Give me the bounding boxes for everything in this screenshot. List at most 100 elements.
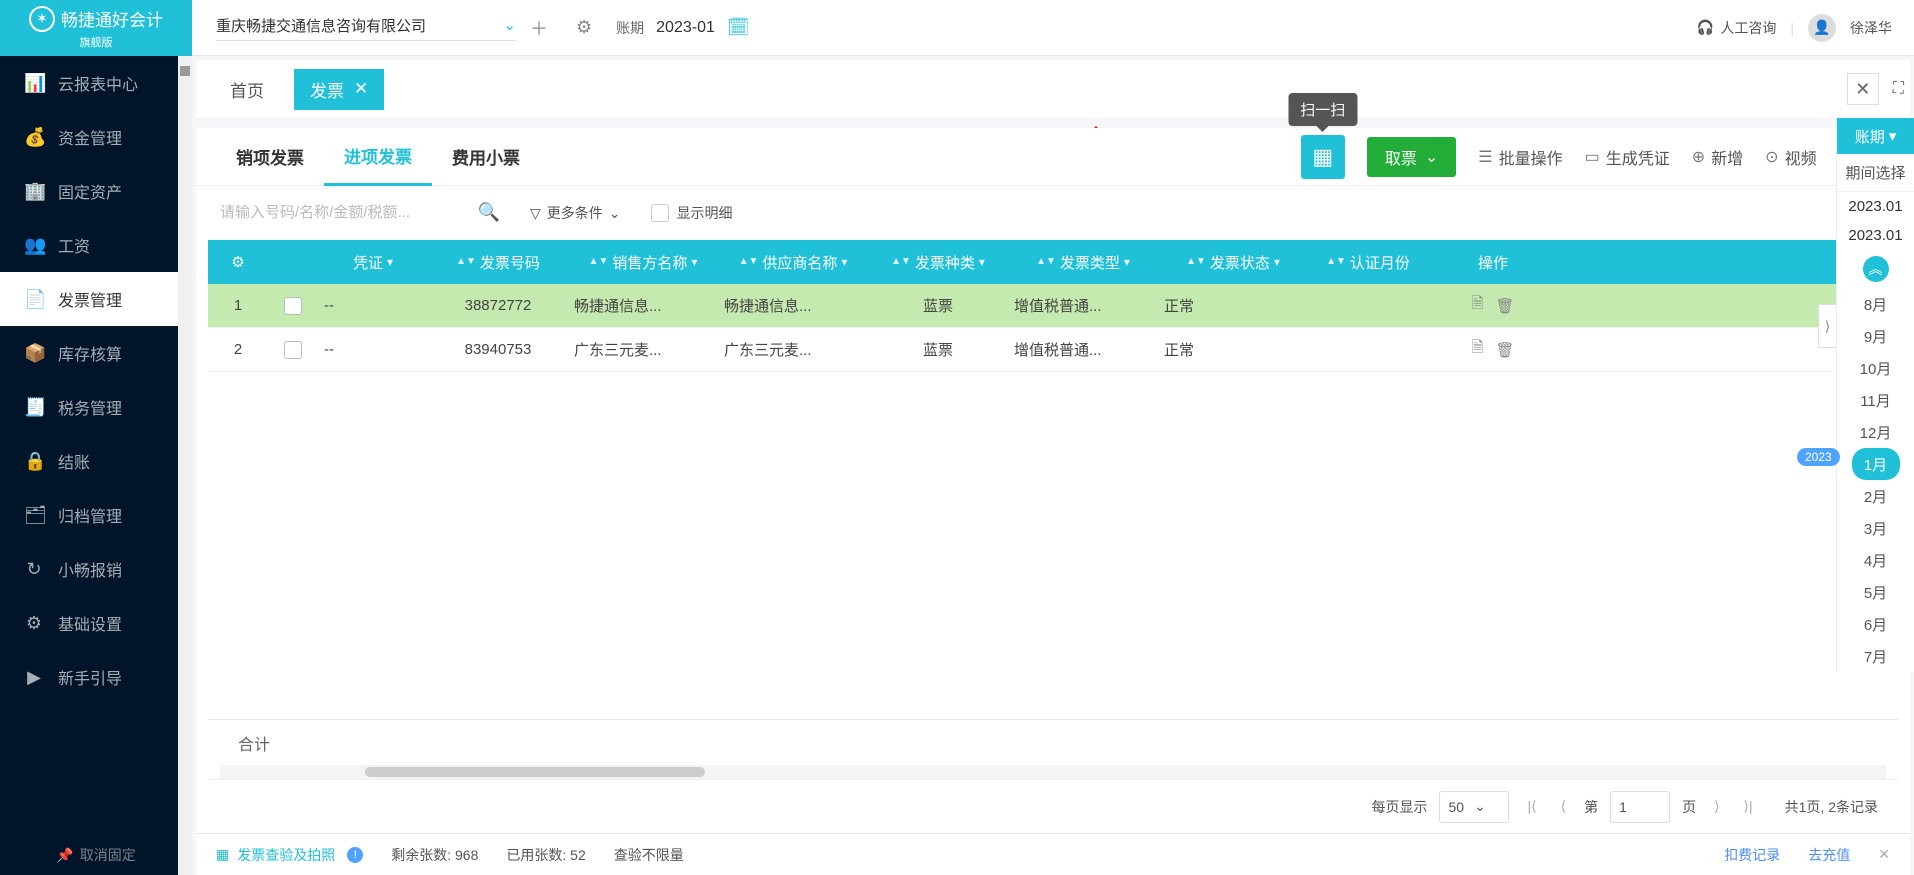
scan-qr-button[interactable]: 扫一扫 ▦ [1301,135,1345,179]
fetch-label: 取票 [1385,145,1417,169]
settings-icon[interactable]: ⚙ [231,253,244,271]
col-voucher[interactable]: 凭证▾ [318,252,428,273]
sidebar-item-funds[interactable]: 💰资金管理 [0,110,192,164]
sidebar-item-close[interactable]: 🔒结账 [0,434,192,488]
tab-home[interactable]: 首页 [214,69,280,110]
close-icon[interactable]: ✕ [1878,846,1890,863]
sidebar-item-tax[interactable]: 🧾税务管理 [0,380,192,434]
month-item[interactable]: 4月 [1837,544,1914,576]
month-item[interactable]: 8月 [1837,288,1914,320]
recharge-link[interactable]: 去充值 [1808,845,1850,865]
support-link[interactable]: 🎧 人工咨询 [1697,18,1776,38]
cell-kind: 蓝票 [868,295,1008,316]
col-kind[interactable]: ▲▼发票种类▾ [868,252,1008,273]
sidebar-item-report[interactable]: 📊云报表中心 [0,56,192,110]
cell-kind: 蓝票 [868,339,1008,360]
month-item[interactable]: 6月 [1837,608,1914,640]
month-item[interactable]: 5月 [1837,576,1914,608]
per-page-select[interactable]: 50⌄ [1439,791,1509,823]
sort-icon: ▲▼ [1186,259,1206,265]
month-item[interactable]: 11月 [1837,384,1914,416]
subtab-sales[interactable]: 销项发票 [216,128,324,186]
fetch-invoice-button[interactable]: 取票 ⌄ [1367,137,1456,177]
next-page-button[interactable]: ⟩ [1708,798,1725,815]
avatar[interactable]: 👤 [1808,14,1836,42]
sidebar-item-salary[interactable]: 👥工资 [0,218,192,272]
close-all-tabs[interactable]: ✕ [1847,73,1879,105]
gear-icon[interactable]: ⚙ [576,17,592,38]
page-summary: 共1页, 2条记录 [1785,797,1878,817]
period-title: 期间选择 [1837,154,1914,192]
subtab-receipt[interactable]: 费用小票 [432,128,540,186]
sidebar-item-settings[interactable]: ⚙基础设置 [0,596,192,650]
prev-page-button[interactable]: ⟨ [1555,798,1572,815]
logo-icon: ✶ [29,6,55,32]
sidebar-scrollbar[interactable] [178,56,192,875]
subtab-purchase[interactable]: 进项发票 [324,128,432,186]
first-page-button[interactable]: |⟨ [1521,798,1542,815]
search-input[interactable] [220,204,478,221]
close-icon[interactable]: ✕ [354,79,368,99]
verify-link[interactable]: ▦ 发票查验及拍照 ! [216,845,363,865]
col-seller[interactable]: ▲▼销售方名称▾ [568,252,718,273]
unpin-button[interactable]: 📌取消固定 [0,835,192,875]
add-icon[interactable]: ＋ [530,15,548,41]
sidebar-item-invoice[interactable]: 📄发票管理 [0,272,192,326]
month-item[interactable]: 12月 [1837,416,1914,448]
scroll-up-button[interactable]: ︽ [1863,256,1889,282]
view-icon[interactable]: 🗎 [1471,337,1483,362]
horizontal-scrollbar[interactable] [220,765,1886,779]
col-month[interactable]: ▲▼认证月份 [1308,252,1428,273]
row-checkbox[interactable] [284,341,302,359]
delete-icon[interactable]: 🗑 [1496,297,1515,315]
fullscreen-icon[interactable]: ⛶ [1893,80,1904,98]
period-collapse-handle[interactable]: ⟩ [1818,304,1836,348]
table-row[interactable]: 1 -- 38872772 畅捷通信息... 畅捷通信息... 蓝票 增值税普通… [208,284,1898,328]
last-page-button[interactable]: ⟩| [1738,798,1759,815]
month-item[interactable]: 7月 [1837,640,1914,672]
col-supplier[interactable]: ▲▼供应商名称▾ [718,252,868,273]
main: 首页 发票 ✕ ✕ ⛶ 销项发票 进项发票 费用小票 扫一扫 [192,56,1914,875]
page-tabs: 首页 发票 ✕ ✕ ⛶ [196,60,1910,118]
voucher-label: 生成凭证 [1606,145,1670,169]
sidebar-item-archive[interactable]: 🗂归档管理 [0,488,192,542]
page-input[interactable]: 1 [1610,791,1670,823]
voucher-button[interactable]: ▭ 生成凭证 [1585,145,1670,169]
company-selector[interactable]: 重庆畅捷交通信息咨询有限公司 ⌄ [216,15,516,41]
cell-number: 83940753 [428,341,568,358]
add-button[interactable]: ⊕新增 [1692,145,1743,169]
col-number[interactable]: ▲▼发票号码 [428,252,568,273]
sidebar-item-guide[interactable]: ▶新手引导 [0,650,192,704]
chevron-down-icon: ⌄ [503,16,516,34]
month-item[interactable]: 9月 [1837,320,1914,352]
table-row[interactable]: 2 -- 83940753 广东三元麦... 广东三元麦... 蓝票 增值税普通… [208,328,1898,372]
voucher-icon: ▭ [1585,147,1600,167]
period-from[interactable]: 2023.01 [1837,192,1914,221]
month-item-current[interactable]: 1月 [1852,448,1900,480]
period-value: 2023-01 [656,19,715,37]
period-to[interactable]: 2023.01 [1837,221,1914,250]
tab-invoice[interactable]: 发票 ✕ [294,69,384,110]
sidebar-item-assets[interactable]: 🏢固定资产 [0,164,192,218]
more-conditions[interactable]: ▽ 更多条件 ⌄ [530,203,621,223]
month-item[interactable]: 3月 [1837,512,1914,544]
col-status[interactable]: ▲▼发票状态▾ [1158,252,1308,273]
view-icon[interactable]: 🗎 [1471,293,1483,318]
sidebar-item-expense[interactable]: ↻小畅报销 [0,542,192,596]
charge-record-link[interactable]: 扣费记录 [1724,845,1780,865]
calendar-icon[interactable]: 🗓 [727,17,750,38]
batch-button[interactable]: ☰批量操作 [1478,145,1562,169]
row-checkbox[interactable] [284,297,302,315]
month-item[interactable]: 10月 [1837,352,1914,384]
video-button[interactable]: ⊙视频 [1765,145,1816,169]
sidebar-item-inventory[interactable]: 📦库存核算 [0,326,192,380]
delete-icon[interactable]: 🗑 [1496,341,1515,359]
period-toggle[interactable]: 账期▾ [1837,118,1914,154]
month-item[interactable]: 2月 [1837,480,1914,512]
filter-icon: ▾ [691,255,697,269]
cell-number: 38872772 [428,297,568,314]
col-type[interactable]: ▲▼发票类型▾ [1008,252,1158,273]
invoice-icon: 📄 [24,289,44,310]
search-icon[interactable]: 🔍 [478,202,500,223]
show-detail-checkbox[interactable]: 显示明细 [651,203,733,223]
